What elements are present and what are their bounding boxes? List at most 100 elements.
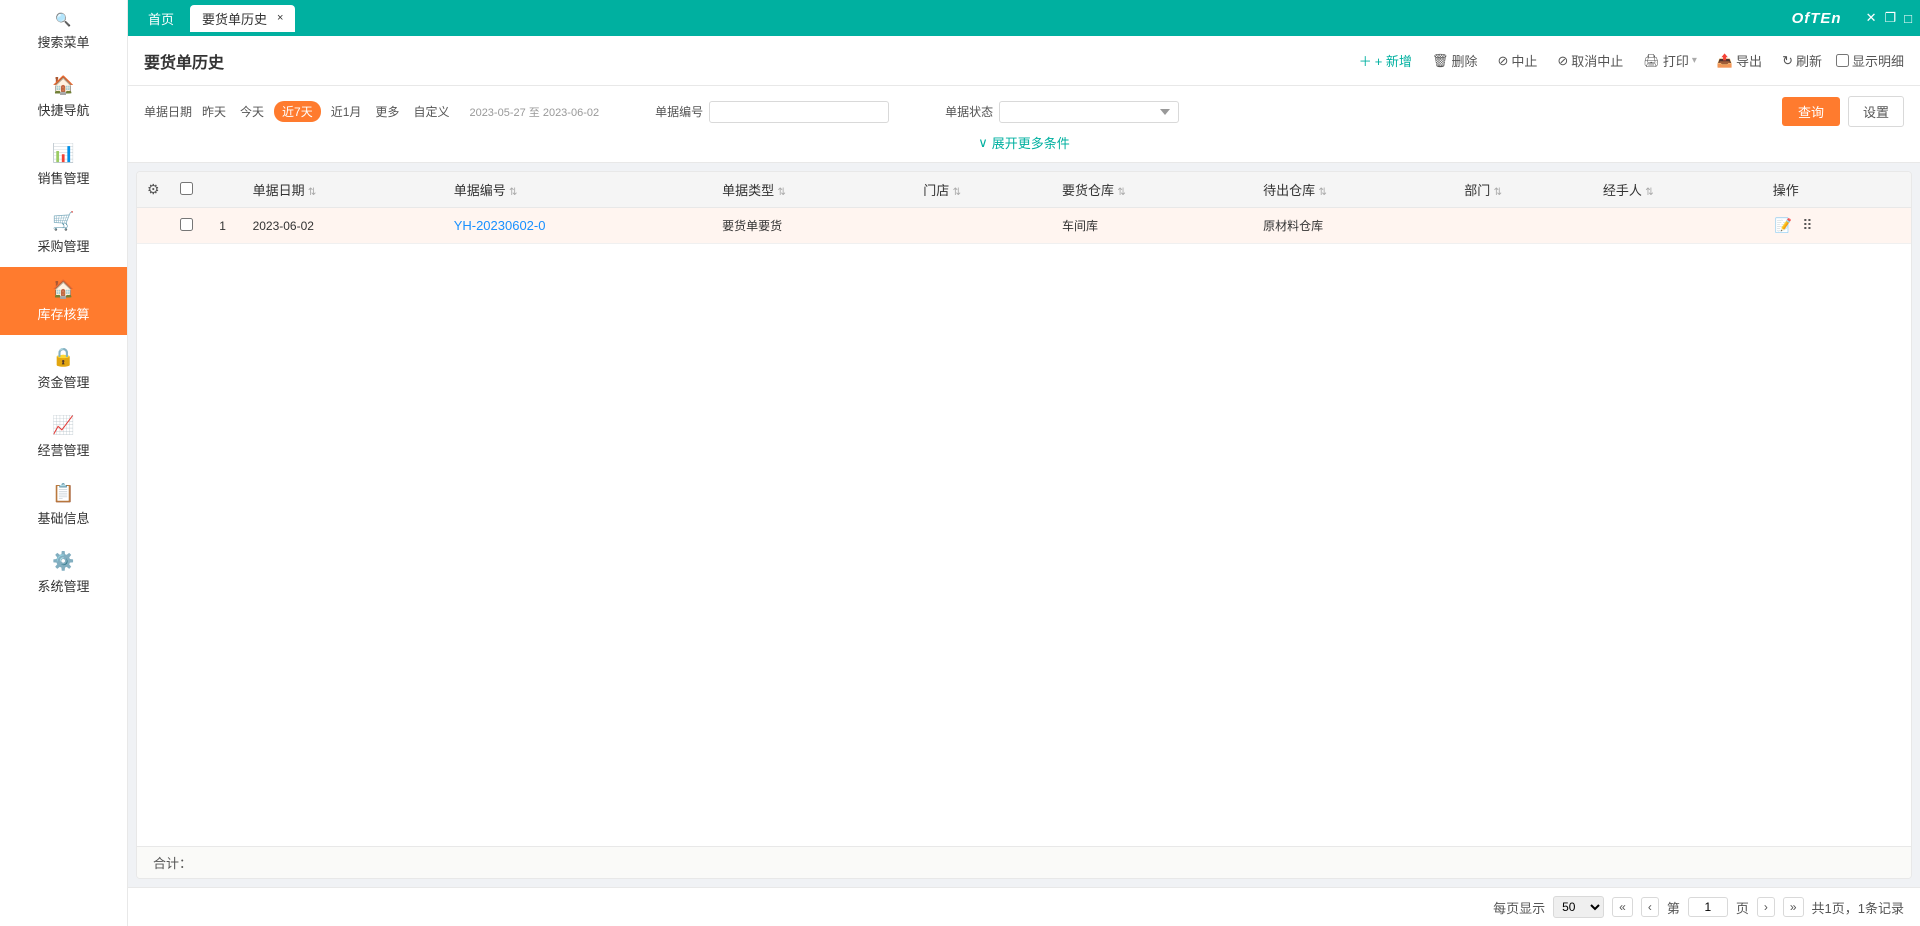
tab-home[interactable]: 首页 xyxy=(136,5,186,32)
prev-page-btn[interactable]: ‹ xyxy=(1641,897,1659,917)
sidebar-label-inventory: 库存核算 xyxy=(37,304,89,323)
sidebar-label-shortcut: 快捷导航 xyxy=(37,100,89,119)
col-docno[interactable]: 单据编号 ⇅ xyxy=(444,172,712,208)
table-area: ⚙ 单据日期 ⇅ 单据编号 xyxy=(136,171,1912,879)
more-shortcut[interactable]: 更多 xyxy=(371,101,403,122)
export-button[interactable]: 📤 导出 xyxy=(1711,48,1768,73)
filter-date-range-item: 2023-05-27 至 2023-06-02 xyxy=(469,104,599,120)
tab-active-label: 要货单历史 xyxy=(202,9,267,28)
sort-handler-icon: ⇅ xyxy=(1645,187,1653,198)
col-department[interactable]: 部门 ⇅ xyxy=(1454,172,1593,208)
next-page-btn[interactable]: › xyxy=(1757,897,1775,917)
col-date[interactable]: 单据日期 ⇅ xyxy=(243,172,444,208)
col-docno-label: 单据编号 xyxy=(454,183,506,198)
export-label: 导出 xyxy=(1736,51,1762,70)
filter-status-select[interactable] xyxy=(999,101,1179,123)
page-next-label: 页 xyxy=(1736,898,1749,917)
doc-link[interactable]: YH-20230602-0 xyxy=(454,218,546,233)
sidebar-label-operation: 经营管理 xyxy=(37,440,89,459)
inventory-icon: 🏠 xyxy=(52,279,74,300)
sidebar-label-basic: 基础信息 xyxy=(37,508,89,527)
filter-docno: 单据编号 xyxy=(655,101,889,123)
toolbar: ＋ + 新增 🗑 删除 ⊘ 中止 ⊘ 取消中止 🖨 打印 xyxy=(1353,48,1904,73)
first-page-btn[interactable]: « xyxy=(1612,897,1633,917)
print-button[interactable]: 🖨 打印 ▾ xyxy=(1637,48,1703,73)
sidebar-item-operation[interactable]: 📈 经营管理 xyxy=(0,403,127,471)
filter-date: 单据日期 昨天 今天 近7天 近1月 更多 自定义 xyxy=(144,101,453,122)
row-pending-warehouse-cell: 原材料仓库 xyxy=(1253,208,1454,244)
row-num-cell: 1 xyxy=(203,208,243,244)
custom-shortcut[interactable]: 自定义 xyxy=(409,101,453,122)
sidebar-item-shortcut[interactable]: 🏠 快捷导航 xyxy=(0,63,127,131)
tab-close-icon[interactable]: × xyxy=(277,12,283,24)
col-settings: ⚙ xyxy=(137,172,170,208)
col-doctype[interactable]: 单据类型 ⇅ xyxy=(712,172,913,208)
row-docno-cell[interactable]: YH-20230602-0 xyxy=(444,208,712,244)
sidebar-item-inventory[interactable]: 🏠 库存核算 xyxy=(0,267,127,335)
row-checkbox[interactable] xyxy=(180,218,193,231)
delete-button[interactable]: 🗑 删除 xyxy=(1426,48,1484,73)
col-operations-label: 操作 xyxy=(1773,183,1799,198)
col-pending-warehouse[interactable]: 待出仓库 ⇅ xyxy=(1253,172,1454,208)
row-edit-icon[interactable]: 📝 xyxy=(1773,215,1794,236)
table-settings-icon[interactable]: ⚙ xyxy=(147,181,160,197)
sidebar-item-purchase[interactable]: 🛒 采购管理 xyxy=(0,199,127,267)
col-pending-warehouse-label: 待出仓库 xyxy=(1263,183,1315,198)
sidebar-item-finance[interactable]: 🔒 资金管理 xyxy=(0,335,127,403)
refresh-button[interactable]: ↻ 刷新 xyxy=(1776,48,1828,73)
refresh-label: 刷新 xyxy=(1796,51,1822,70)
per-page-select[interactable]: 2050100200 xyxy=(1553,896,1604,918)
last-month-shortcut[interactable]: 近1月 xyxy=(327,101,366,122)
filter-docno-label: 单据编号 xyxy=(655,103,703,120)
settings-button[interactable]: 设置 xyxy=(1848,96,1904,127)
filter-status: 单据状态 xyxy=(945,101,1179,123)
table-footer: 合计： xyxy=(137,846,1911,878)
display-detail-checkbox[interactable] xyxy=(1836,54,1849,67)
stop-button[interactable]: ⊘ 中止 xyxy=(1491,48,1543,73)
sidebar-item-basic[interactable]: 📋 基础信息 xyxy=(0,471,127,539)
new-icon: ＋ xyxy=(1359,51,1372,70)
filter-docno-input[interactable] xyxy=(709,101,889,123)
col-handler[interactable]: 经手人 ⇅ xyxy=(1593,172,1763,208)
page-number-input[interactable] xyxy=(1688,897,1728,917)
col-store[interactable]: 门店 ⇅ xyxy=(913,172,1052,208)
row-more-icon[interactable]: ⠿ xyxy=(1800,215,1814,236)
cart-icon: 🛒 xyxy=(52,211,74,232)
sidebar-item-sales[interactable]: 📊 销售管理 xyxy=(0,131,127,199)
sidebar-search[interactable]: 🔍 搜索菜单 xyxy=(0,0,127,63)
sidebar: 🔍 搜索菜单 🏠 快捷导航 📊 销售管理 🛒 采购管理 🏠 库存核算 🔒 资金管… xyxy=(0,0,128,926)
table-row: 1 2023-06-02 YH-20230602-0 要货单要货 车间库 原材料… xyxy=(137,208,1911,244)
new-button[interactable]: ＋ + 新增 xyxy=(1353,48,1418,73)
today-shortcut[interactable]: 今天 xyxy=(236,101,268,122)
export-icon: 📤 xyxy=(1717,53,1733,69)
cancel-stop-button[interactable]: ⊘ 取消中止 xyxy=(1551,48,1629,73)
tab-active[interactable]: 要货单历史 × xyxy=(190,5,295,32)
delete-icon: 🗑 xyxy=(1432,53,1449,69)
sidebar-label-system: 系统管理 xyxy=(37,576,89,595)
last-page-btn[interactable]: » xyxy=(1783,897,1804,917)
delete-label: 删除 xyxy=(1451,51,1477,70)
yesterday-shortcut[interactable]: 昨天 xyxy=(198,101,230,122)
row-req-warehouse-cell: 车间库 xyxy=(1052,208,1253,244)
refresh-icon: ↻ xyxy=(1782,53,1793,69)
row-settings-cell xyxy=(137,208,170,244)
date-shortcuts: 昨天 今天 近7天 近1月 更多 自定义 xyxy=(198,101,453,122)
filter-status-label: 单据状态 xyxy=(945,103,993,120)
window-restore-icon[interactable]: ❐ xyxy=(1884,10,1896,26)
search-icon: 🔍 xyxy=(55,12,71,28)
window-maximize-icon[interactable]: □ xyxy=(1904,11,1912,26)
expand-more-btn[interactable]: ∨ 展开更多条件 xyxy=(144,133,1904,152)
row-date-cell: 2023-06-02 xyxy=(243,208,444,244)
select-all-checkbox[interactable] xyxy=(180,182,193,195)
col-req-warehouse[interactable]: 要货仓库 ⇅ xyxy=(1052,172,1253,208)
total-label: 合计： xyxy=(153,856,192,871)
sort-date-icon: ⇅ xyxy=(308,187,316,198)
filter-buttons: 查询 设置 xyxy=(1782,96,1904,127)
search-button[interactable]: 查询 xyxy=(1782,97,1840,126)
sidebar-item-system[interactable]: ⚙️ 系统管理 xyxy=(0,539,127,607)
date-range-text: 2023-05-27 至 2023-06-02 xyxy=(469,104,599,120)
display-detail-toggle[interactable]: 显示明细 xyxy=(1836,51,1904,70)
sidebar-search-label: 搜索菜单 xyxy=(37,32,89,51)
last7-shortcut[interactable]: 近7天 xyxy=(274,101,321,122)
window-close-icon[interactable]: ✕ xyxy=(1866,10,1877,26)
